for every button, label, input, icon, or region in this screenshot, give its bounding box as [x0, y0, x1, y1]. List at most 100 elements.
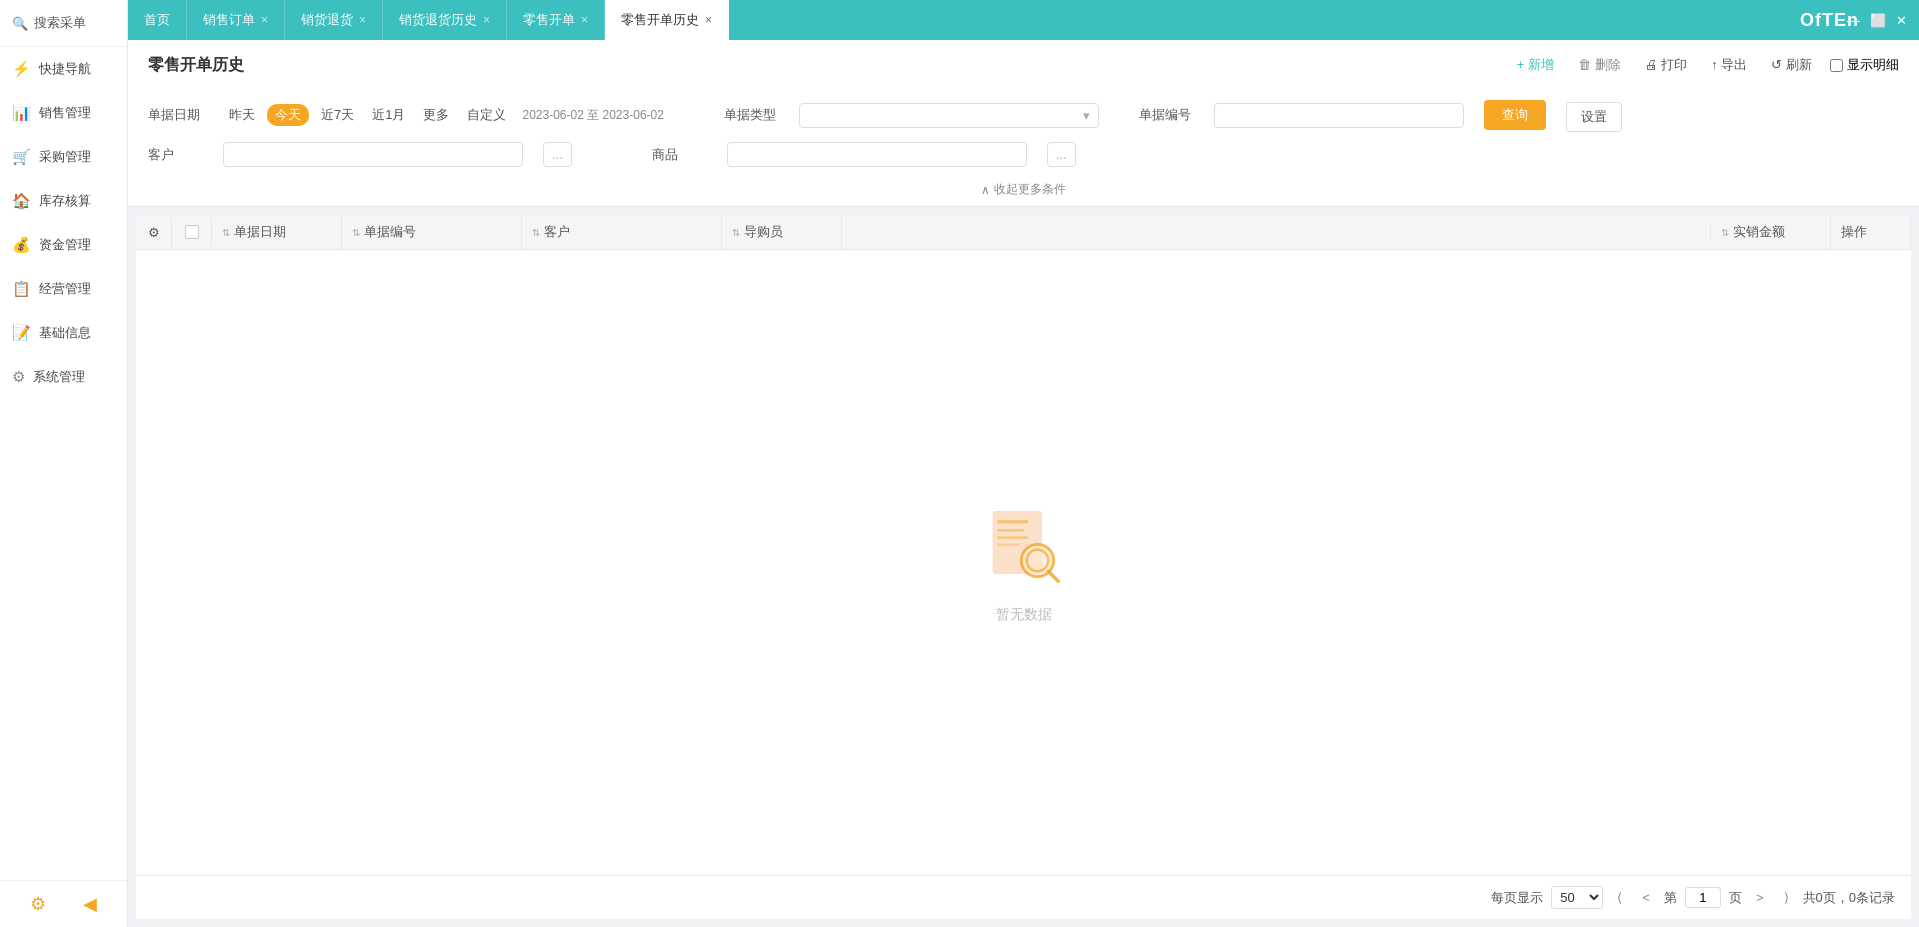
sidebar-item-label: 资金管理	[39, 236, 91, 254]
date-opt-last7[interactable]: 近7天	[315, 104, 360, 126]
export-button[interactable]: ↑ 导出	[1705, 52, 1753, 78]
customer-input[interactable]	[223, 142, 523, 167]
tab-sales-return-history-close[interactable]: ×	[483, 13, 490, 27]
svg-rect-1	[997, 520, 1029, 524]
collapse-chevron-icon: ∧	[981, 183, 990, 197]
next-page-button[interactable]: >	[1750, 888, 1770, 907]
date-opt-last1m[interactable]: 近1月	[366, 104, 411, 126]
main-content: 首页 销售订单 × 销货退货 × 销货退货历史 × 零售开单 × 零售开单历史 …	[128, 0, 1919, 927]
sidebar-item-purchase-mgmt[interactable]: 🛒 采购管理	[0, 135, 127, 179]
select-all-checkbox[interactable]	[185, 225, 199, 239]
pagination: 每页显示 10 20 50 100 ⟨ < 第 1 页 > ⟩ 共0页，0条记录	[136, 875, 1911, 919]
page-number-input[interactable]: 1	[1685, 887, 1721, 908]
tab-sales-return[interactable]: 销货退货 ×	[285, 0, 383, 40]
date-options: 昨天 今天 近7天 近1月 更多 自定义 2023-06-02 至 2023-0…	[223, 104, 664, 126]
quick-nav-icon: ⚡	[12, 60, 31, 78]
svg-line-7	[1048, 571, 1058, 581]
sidebar-item-sys-mgmt[interactable]: ⚙ 系统管理	[0, 355, 127, 399]
empty-state: 暂无数据	[136, 250, 1911, 875]
close-window-button[interactable]: ✕	[1896, 13, 1907, 28]
tab-sales-order-close[interactable]: ×	[261, 13, 268, 27]
page-suffix: 页	[1729, 889, 1742, 907]
date-opt-custom[interactable]: 自定义	[461, 104, 512, 126]
date-opt-today[interactable]: 今天	[267, 104, 309, 126]
th-spacer	[842, 224, 1711, 240]
print-button[interactable]: 🖨 打印	[1639, 52, 1694, 78]
tab-bar: 首页 销售订单 × 销货退货 × 销货退货历史 × 零售开单 × 零售开单历史 …	[128, 0, 1919, 40]
customer-search-button[interactable]: ...	[543, 142, 572, 167]
tab-sales-return-close[interactable]: ×	[359, 13, 366, 27]
sidebar-item-inventory[interactable]: 🏠 库存核算	[0, 179, 127, 223]
th-settings[interactable]: ⚙	[136, 217, 172, 248]
product-label: 商品	[652, 146, 707, 164]
doc-type-select[interactable]: ▾	[799, 103, 1099, 128]
show-detail-checkbox-label: 显示明细	[1830, 56, 1899, 74]
last-page-button[interactable]: ⟩	[1778, 888, 1795, 907]
tab-sales-order[interactable]: 销售订单 ×	[187, 0, 285, 40]
prev-page-button[interactable]: <	[1636, 888, 1656, 907]
th-num: ⇅ 单据编号	[342, 215, 522, 249]
sidebar-item-finance[interactable]: 💰 资金管理	[0, 223, 127, 267]
query-button[interactable]: 查询	[1484, 100, 1546, 130]
tab-sales-order-label: 销售订单	[203, 11, 255, 29]
page-title-row: 零售开单历史 + 新增 🗑 删除 🖨 打印 ↑ 导出 ↺ 刷新 显示明细	[148, 52, 1899, 88]
sidebar-item-label: 销售管理	[39, 104, 91, 122]
settings-button[interactable]: ⚙	[30, 893, 46, 915]
tab-retail-open[interactable]: 零售开单 ×	[507, 0, 605, 40]
collapse-label: 收起更多条件	[994, 181, 1066, 198]
refresh-button[interactable]: ↺ 刷新	[1765, 52, 1818, 78]
doc-type-label: 单据类型	[724, 106, 779, 124]
sidebar-search[interactable]: 🔍 搜索采单	[0, 0, 127, 47]
first-page-button[interactable]: ⟨	[1611, 888, 1628, 907]
sidebar-item-label: 快捷导航	[39, 60, 91, 78]
tab-home[interactable]: 首页	[128, 0, 187, 40]
th-client: ⇅ 客户	[522, 215, 722, 249]
tab-sales-return-label: 销货退货	[301, 11, 353, 29]
sidebar-item-basic-info[interactable]: 📝 基础信息	[0, 311, 127, 355]
tab-retail-open-history-label: 零售开单历史	[621, 11, 699, 29]
date-opt-more[interactable]: 更多	[417, 104, 455, 126]
restore-button[interactable]: ⬜	[1870, 13, 1886, 28]
doc-num-input[interactable]	[1214, 103, 1464, 128]
collapse-sidebar-button[interactable]: ◀	[83, 893, 97, 915]
product-search-button[interactable]: ...	[1047, 142, 1076, 167]
product-input[interactable]	[727, 142, 1027, 167]
tab-sales-return-history[interactable]: 销货退货历史 ×	[383, 0, 507, 40]
content-header: 零售开单历史 + 新增 🗑 删除 🖨 打印 ↑ 导出 ↺ 刷新 显示明细 单据日…	[128, 40, 1919, 207]
tab-sales-return-history-label: 销货退货历史	[399, 11, 477, 29]
collapse-filter-button[interactable]: ∧ 收起更多条件	[148, 177, 1899, 206]
sidebar-item-quick-nav[interactable]: ⚡ 快捷导航	[0, 47, 127, 91]
setting-button[interactable]: 设置	[1566, 102, 1622, 132]
show-detail-checkbox[interactable]	[1830, 59, 1843, 72]
per-page-select[interactable]: 10 20 50 100	[1551, 886, 1603, 909]
th-client-label: 客户	[544, 223, 570, 241]
sidebar-item-operations[interactable]: 📋 经营管理	[0, 267, 127, 311]
sidebar-item-label: 基础信息	[39, 324, 91, 342]
sort-icon-client[interactable]: ⇅	[532, 227, 540, 238]
settings-icon: ⚙	[148, 225, 160, 240]
sort-icon-amount[interactable]: ⇅	[1721, 227, 1729, 238]
sidebar-item-sales-mgmt[interactable]: 📊 销售管理	[0, 91, 127, 135]
th-date-label: 单据日期	[234, 223, 286, 241]
operations-icon: 📋	[12, 280, 31, 298]
date-range-display: 2023-06-02 至 2023-06-02	[522, 107, 663, 124]
sort-icon[interactable]: ⇅	[222, 227, 230, 238]
filter-row-1: 单据日期 昨天 今天 近7天 近1月 更多 自定义 2023-06-02 至 2…	[148, 98, 1899, 132]
th-num-label: 单据编号	[364, 223, 416, 241]
filter-area: 单据日期 昨天 今天 近7天 近1月 更多 自定义 2023-06-02 至 2…	[148, 88, 1899, 206]
sort-icon-num[interactable]: ⇅	[352, 227, 360, 238]
delete-button[interactable]: 🗑 删除	[1572, 52, 1627, 78]
tab-retail-open-history-close[interactable]: ×	[705, 13, 712, 27]
sidebar-item-label: 库存核算	[39, 192, 91, 210]
tab-retail-open-label: 零售开单	[523, 11, 575, 29]
tab-retail-open-close[interactable]: ×	[581, 13, 588, 27]
tab-retail-open-history[interactable]: 零售开单历史 ×	[605, 0, 729, 40]
finance-icon: 💰	[12, 236, 31, 254]
th-check[interactable]	[172, 217, 212, 247]
doc-type-chevron-icon: ▾	[1083, 108, 1090, 123]
sidebar: 🔍 搜索采单 ⚡ 快捷导航 📊 销售管理 🛒 采购管理 🏠 库存核算 💰 资金管…	[0, 0, 128, 927]
sort-icon-guide[interactable]: ⇅	[732, 227, 740, 238]
add-button[interactable]: + 新增	[1511, 52, 1560, 78]
basic-info-icon: 📝	[12, 324, 31, 342]
date-opt-yesterday[interactable]: 昨天	[223, 104, 261, 126]
